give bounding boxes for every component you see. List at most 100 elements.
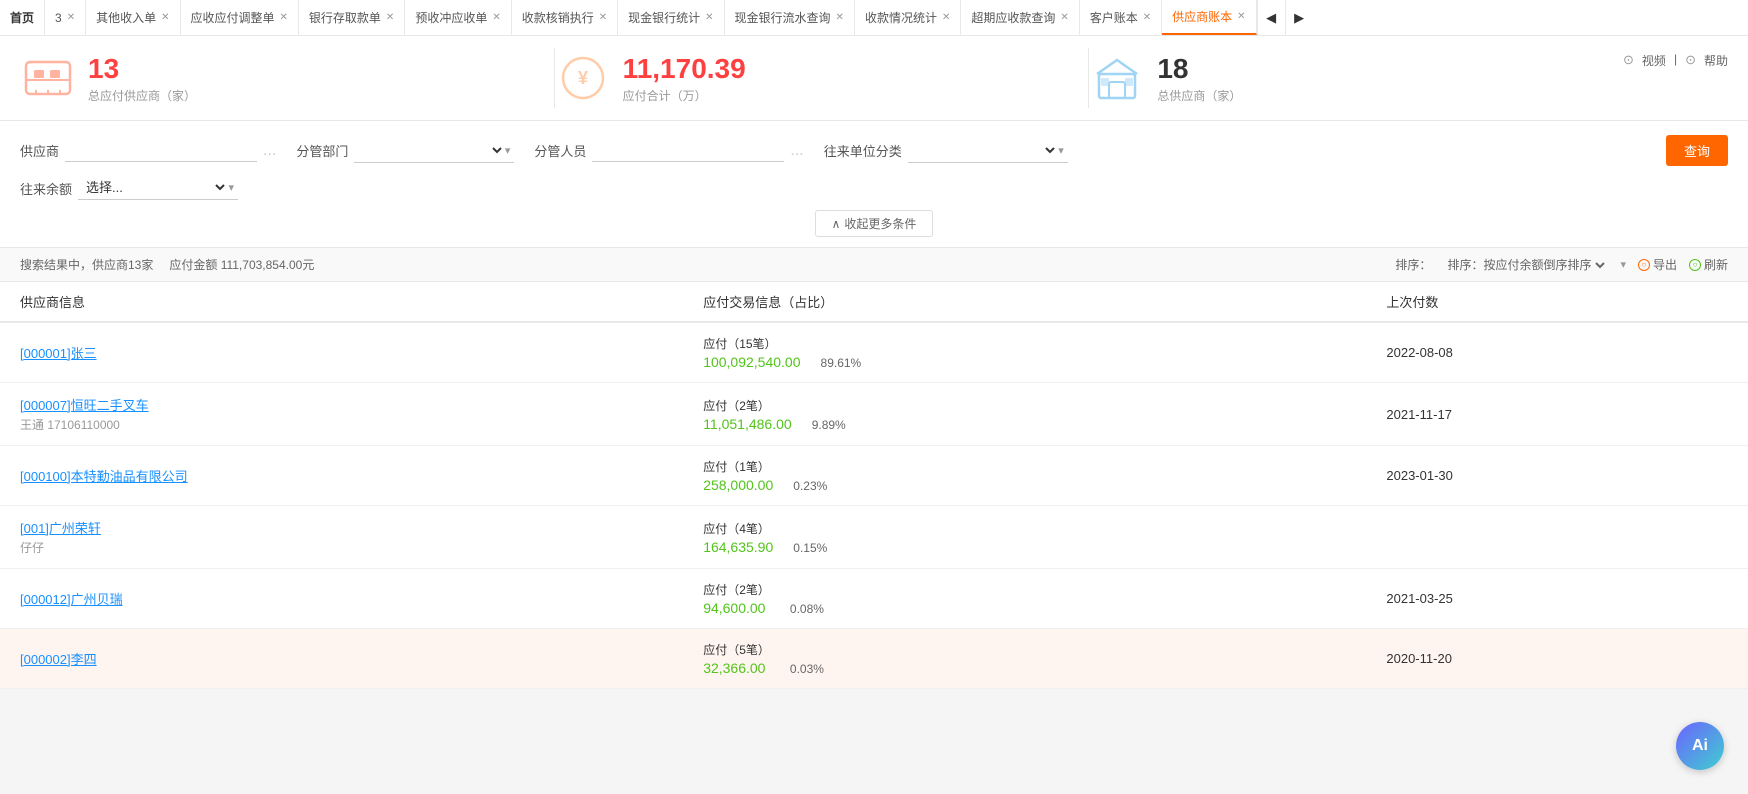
- export-label: 导出: [1653, 256, 1677, 273]
- category-label: 往来单位分类: [824, 141, 902, 160]
- supplier-input[interactable]: [65, 140, 257, 162]
- nav-tab-home[interactable]: 首页: [0, 0, 45, 35]
- nav-tab-other-income[interactable]: 其他收入单 ✕: [86, 0, 180, 35]
- nav-arrow-right[interactable]: ▶: [1285, 0, 1313, 36]
- nav-tab-bank-deposit[interactable]: 银行存取款单 ✕: [299, 0, 405, 35]
- payable-icon: ¥: [555, 50, 611, 106]
- payable-count: 应付（2笔）: [703, 581, 770, 598]
- nav-tab-overdue-collect-label: 超期应收款查询: [971, 9, 1055, 26]
- nav-tab-overdue-collect[interactable]: 超期应收款查询 ✕: [961, 0, 1079, 35]
- supplier-link[interactable]: [000002]李四: [20, 649, 703, 668]
- close-icon[interactable]: ✕: [836, 12, 844, 23]
- stat-info-2: 11,170.39 应付合计（万）: [623, 53, 746, 104]
- filter-balance: 往来余额 选择... ▾: [20, 176, 238, 200]
- close-icon[interactable]: ✕: [67, 12, 75, 23]
- table-row[interactable]: [000002]李四 应付（5笔） 32,366.00 0.03% 2020-1…: [0, 629, 1748, 689]
- payable-inner: 应付（2笔） 94,600.00: [703, 581, 770, 616]
- nav-tab-collect-stat-label: 收款情况统计: [865, 9, 937, 26]
- nav-tab-collect-stat[interactable]: 收款情况统计 ✕: [855, 0, 961, 35]
- person-dots-icon[interactable]: ...: [790, 142, 803, 160]
- close-icon[interactable]: ✕: [386, 12, 394, 23]
- table-row[interactable]: [000100]本特勤油品有限公司 应付（1笔） 258,000.00 0.23…: [0, 446, 1748, 506]
- dept-select[interactable]: [358, 142, 504, 159]
- close-icon[interactable]: ✕: [1060, 12, 1068, 23]
- nav-tab-supplier-account[interactable]: 供应商账本 ✕: [1162, 0, 1256, 35]
- last-pay-date: 2021-03-25: [1386, 591, 1728, 606]
- ai-button[interactable]: Ai: [1676, 722, 1724, 770]
- query-button[interactable]: 查询: [1666, 135, 1728, 166]
- supplier-link[interactable]: [000100]本特勤油品有限公司: [20, 466, 703, 485]
- table-row[interactable]: [001]广州荣轩 仔仔 应付（4笔） 164,635.90 0.15%: [0, 506, 1748, 569]
- nav-tab-3[interactable]: 3 ✕: [45, 0, 86, 35]
- supplier-link[interactable]: [000012]广州贝瑞: [20, 589, 703, 608]
- close-icon[interactable]: ✕: [705, 12, 713, 23]
- collapse-label: 收起更多条件: [844, 215, 916, 232]
- stat-label-3: 总供应商（家）: [1157, 87, 1241, 104]
- top-right-links: ⊙ 视频 | ⊙ 帮助: [1623, 52, 1728, 69]
- payable-cell: 应付（4笔） 164,635.90 0.15%: [703, 520, 1386, 555]
- nav-tab-bank-deposit-label: 银行存取款单: [309, 9, 381, 26]
- data-table: 供应商信息 应付交易信息（占比） 上次付数 [000001]张三 应付（15笔）…: [0, 282, 1748, 689]
- last-pay-date: 2022-08-08: [1386, 345, 1728, 360]
- separator: |: [1674, 52, 1677, 69]
- category-select[interactable]: [912, 142, 1058, 159]
- nav-tab-ap-adjust[interactable]: 应收应付调整单 ✕: [181, 0, 299, 35]
- payable-inner: 应付（5笔） 32,366.00: [703, 641, 770, 676]
- supplier-info-cell: [000100]本特勤油品有限公司: [20, 466, 703, 485]
- supplier-link[interactable]: [000007]恒旺二手叉车: [20, 395, 703, 414]
- close-icon[interactable]: ✕: [599, 12, 607, 23]
- refresh-button[interactable]: ○ 刷新: [1689, 256, 1728, 273]
- close-icon[interactable]: ✕: [492, 12, 500, 23]
- category-select-wrapper: ▾: [908, 139, 1068, 163]
- nav-tab-cash-bank-stat[interactable]: 现金银行统计 ✕: [618, 0, 724, 35]
- result-info: 搜索结果中，供应商13家 应付金额 111,703,854.00元: [20, 256, 314, 273]
- payable-percent: 0.15%: [793, 541, 827, 555]
- nav-tab-3-label: 3: [55, 11, 62, 25]
- last-pay-date: 2021-11-17: [1386, 407, 1728, 422]
- person-input[interactable]: [592, 140, 784, 162]
- close-icon[interactable]: ✕: [280, 12, 288, 23]
- balance-select-wrapper: 选择... ▾: [78, 176, 238, 200]
- nav-arrow-left[interactable]: ◀: [1257, 0, 1285, 36]
- svg-text:¥: ¥: [578, 68, 588, 88]
- supplier-link[interactable]: [000001]张三: [20, 343, 703, 362]
- payable-count: 应付（4笔）: [703, 520, 773, 537]
- payable-cell: 应付（5笔） 32,366.00 0.03%: [703, 641, 1386, 676]
- refresh-label: 刷新: [1704, 256, 1728, 273]
- table-row[interactable]: [000012]广州贝瑞 应付（2笔） 94,600.00 0.08% 2021…: [0, 569, 1748, 629]
- sort-select[interactable]: 排序：按应付余额倒序排序: [1443, 257, 1608, 273]
- close-icon[interactable]: ✕: [1237, 11, 1245, 22]
- filter-area: 供应商 ... 分管部门 ▾ 分管人员 ... 往来单位分类 ▾ 查询 往来: [0, 121, 1748, 248]
- payable-percent: 89.61%: [821, 356, 862, 370]
- filter-supplier: 供应商 ...: [20, 140, 276, 162]
- header-last-pay: 上次付数: [1386, 292, 1728, 311]
- video-link[interactable]: 视频: [1642, 52, 1666, 69]
- collapse-button[interactable]: ∧ 收起更多条件: [815, 210, 934, 237]
- collapse-icon: ∧: [832, 217, 841, 231]
- chevron-down-icon: ▾: [1620, 258, 1626, 271]
- person-label: 分管人员: [534, 141, 586, 160]
- supplier-dots-icon[interactable]: ...: [263, 142, 276, 160]
- supplier-link[interactable]: [001]广州荣轩: [20, 518, 703, 537]
- export-dot-icon: ○: [1638, 259, 1650, 271]
- help-link[interactable]: 帮助: [1704, 52, 1728, 69]
- table-row[interactable]: [000007]恒旺二手叉车 王通 17106110000 应付（2笔） 11,…: [0, 383, 1748, 446]
- nav-tab-advance-collect[interactable]: 预收冲应收单 ✕: [405, 0, 511, 35]
- chevron-down-icon: ▾: [1058, 144, 1064, 157]
- close-icon[interactable]: ✕: [1143, 12, 1151, 23]
- balance-select[interactable]: 选择...: [82, 179, 228, 196]
- export-button[interactable]: ○ 导出: [1638, 256, 1677, 273]
- nav-tab-collect-exec[interactable]: 收款核销执行 ✕: [512, 0, 618, 35]
- stat-number-1: 13: [88, 53, 196, 85]
- circle-icon-2: ⊙: [1685, 52, 1696, 69]
- payable-amount: 258,000.00: [703, 477, 773, 493]
- nav-tab-cash-bank-flow[interactable]: 现金银行流水查询 ✕: [725, 0, 855, 35]
- table-row[interactable]: [000001]张三 应付（15笔） 100,092,540.00 89.61%…: [0, 323, 1748, 383]
- payable-percent: 0.03%: [790, 662, 824, 676]
- nav-tab-customer-account[interactable]: 客户账本 ✕: [1080, 0, 1162, 35]
- payable-inner: 应付（4笔） 164,635.90: [703, 520, 773, 555]
- close-icon[interactable]: ✕: [942, 12, 950, 23]
- nav-tab-ap-adjust-label: 应收应付调整单: [191, 9, 275, 26]
- close-icon[interactable]: ✕: [161, 12, 169, 23]
- chevron-down-icon: ▾: [505, 144, 511, 157]
